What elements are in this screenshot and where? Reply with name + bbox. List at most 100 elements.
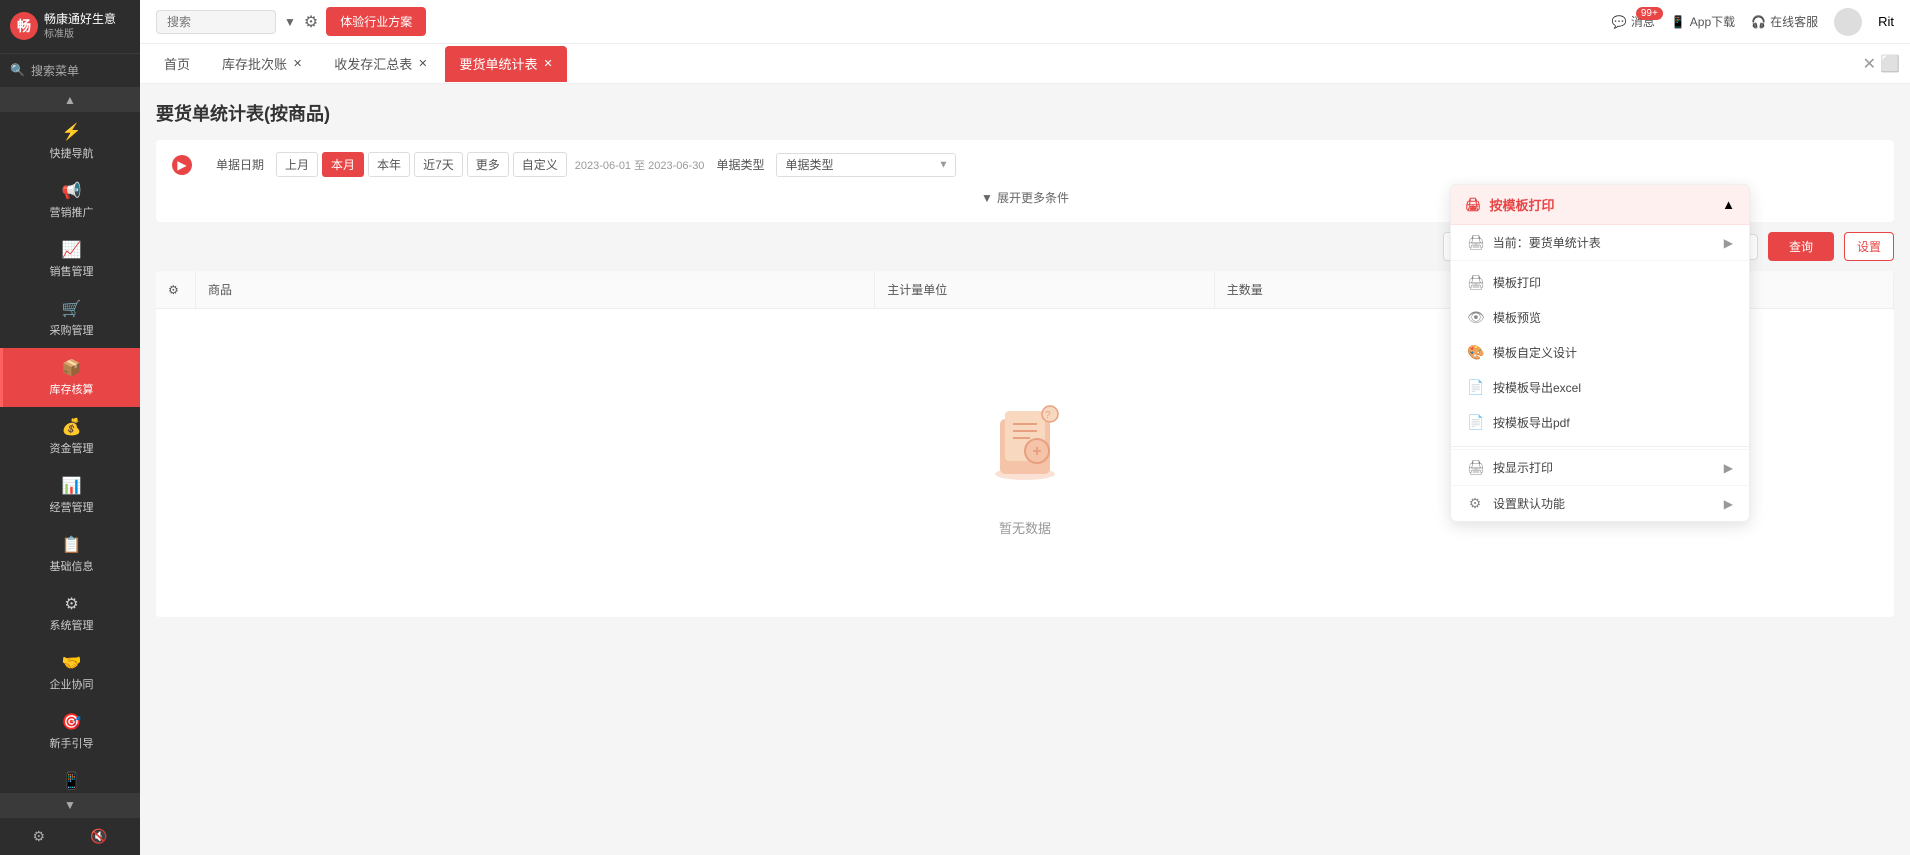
tab-home[interactable]: 首页 <box>150 46 204 82</box>
th-unit: 主计量单位 <box>875 271 1215 308</box>
dropdown-header[interactable]: 🖨 按模板打印 ▲ <box>1451 185 1749 225</box>
date-btn-more[interactable]: 更多 <box>467 152 509 177</box>
scroll-up-btn[interactable]: ▲ <box>0 88 140 112</box>
dropdown-item-template-pdf[interactable]: 📄 按模板导出pdf <box>1451 405 1749 440</box>
sidebar-item-quick-nav[interactable]: ⚡ 快捷导航 <box>0 112 140 171</box>
template-pdf-icon: 📄 <box>1467 414 1483 431</box>
sidebar-item-purchase[interactable]: 🛒 采购管理 <box>0 289 140 348</box>
sales-icon: 📈 <box>62 240 82 260</box>
sidebar-search-btn[interactable]: 🔍 搜索菜单 <box>0 54 140 88</box>
logo-icon: 畅 <box>10 12 38 40</box>
sidebar-item-enterprise[interactable]: 🤝 企业协同 <box>0 643 140 702</box>
type-select[interactable]: 单据类型 <box>776 153 956 177</box>
top-header: ▼ ⚙ 体验行业方案 💬 消息 99+ 📱 App下载 🎧 在线客服 Rit <box>140 0 1910 44</box>
current-arrow-icon: ▶ <box>1724 236 1733 250</box>
sidebar-item-guide[interactable]: 🎯 新手引导 <box>0 702 140 761</box>
empty-icon: ? <box>975 389 1075 508</box>
date-btn-custom[interactable]: 自定义 <box>513 152 567 177</box>
sidebar-footer: ⚙ 🔇 <box>0 817 140 855</box>
dropdown-title: 🖨 按模板打印 <box>1465 195 1555 214</box>
header-right: 💬 消息 99+ 📱 App下载 🎧 在线客服 Rit <box>1612 8 1894 36</box>
dropdown-display-print[interactable]: 🖨 按显示打印 ▶ <box>1451 449 1749 485</box>
display-print-arrow-icon: ▶ <box>1724 461 1733 475</box>
message-icon: 💬 <box>1612 15 1627 29</box>
filter-expand-btn[interactable]: ▶ <box>172 155 198 175</box>
tab-close-receipt-summary[interactable]: ✕ <box>418 57 427 70</box>
industry-btn[interactable]: 体验行业方案 <box>326 7 426 36</box>
sidebar-item-operations[interactable]: 📊 经营管理 <box>0 466 140 525</box>
dropdown-current[interactable]: 🖨 当前：要货单统计表 ▶ <box>1451 225 1749 261</box>
service-icon: 🎧 <box>1751 15 1766 29</box>
dropdown-item-template-print[interactable]: 🖨 模板打印 <box>1451 265 1749 300</box>
sidebar-item-system[interactable]: ⚙ 系统管理 <box>0 584 140 643</box>
svg-text:?: ? <box>1045 410 1051 421</box>
template-print-icon: 🖨 <box>1467 274 1483 291</box>
dropdown-set-default[interactable]: ⚙ 设置默认功能 ▶ <box>1451 485 1749 521</box>
window-close-icon[interactable]: ✕ <box>1863 54 1876 74</box>
marketing-icon: 📢 <box>62 181 82 201</box>
print-dropdown: 🖨 按模板打印 ▲ 🖨 当前：要货单统计表 ▶ 🖨 模板打印 👁 <box>1450 184 1750 522</box>
tab-close-order-stats[interactable]: ✕ <box>544 57 553 70</box>
settings-icon: ⚙ <box>168 283 179 297</box>
header-search-input[interactable] <box>156 10 276 34</box>
dropdown-collapse-icon[interactable]: ▲ <box>1722 197 1735 212</box>
user-name: Rit <box>1878 14 1894 29</box>
date-btn-this-month[interactable]: 本月 <box>322 152 364 177</box>
date-range-label: 2023-06-01 至 2023-06-30 <box>575 157 705 173</box>
date-btn-last-7-days[interactable]: 近7天 <box>414 152 463 177</box>
service-action[interactable]: 🎧 在线客服 <box>1751 13 1818 30</box>
guide-icon: 🎯 <box>62 712 82 732</box>
th-settings[interactable]: ⚙ <box>156 271 196 308</box>
type-select-wrapper: 单据类型 ▼ <box>776 153 956 177</box>
tab-batch-account[interactable]: 库存批次账 ✕ <box>208 46 316 82</box>
expand-more-icon: ▼ <box>981 191 993 205</box>
sidebar-logo: 畅 畅康通好生意 标准版 <box>0 0 140 54</box>
sidebar-item-basic-info[interactable]: 📋 基础信息 <box>0 525 140 584</box>
set-default-icon: ⚙ <box>1467 495 1483 512</box>
purchase-icon: 🛒 <box>62 299 82 319</box>
quick-nav-icon: ⚡ <box>62 122 82 142</box>
sound-footer-icon[interactable]: 🔇 <box>90 828 107 845</box>
empty-text: 暂无数据 <box>999 518 1051 537</box>
tab-receipt-summary[interactable]: 收发存汇总表 ✕ <box>320 46 441 82</box>
inventory-icon: 📦 <box>62 358 82 378</box>
dropdown-item-template-design[interactable]: 🎨 模板自定义设计 <box>1451 335 1749 370</box>
settings-btn[interactable]: 设置 <box>1844 232 1894 261</box>
template-preview-icon: 👁 <box>1467 309 1483 326</box>
finance-icon: 💰 <box>62 417 82 437</box>
logo-text: 畅康通好生意 标准版 <box>44 12 116 41</box>
settings-footer-icon[interactable]: ⚙ <box>33 828 46 845</box>
user-avatar[interactable] <box>1834 8 1862 36</box>
dropdown-print-icon: 🖨 <box>1465 197 1482 213</box>
query-btn[interactable]: 查询 <box>1768 232 1834 261</box>
tab-order-stats[interactable]: 要货单统计表 ✕ <box>445 46 566 82</box>
sidebar-item-sales[interactable]: 📈 销售管理 <box>0 230 140 289</box>
expand-icon: ▶ <box>172 155 192 175</box>
tabs-bar: 首页 库存批次账 ✕ 收发存汇总表 ✕ 要货单统计表 ✕ ✕ ⬜ <box>140 44 1910 84</box>
sidebar-item-finance[interactable]: 💰 资金管理 <box>0 407 140 466</box>
header-gear-btn[interactable]: ⚙ <box>304 12 318 32</box>
header-left: ▼ ⚙ 体验行业方案 <box>156 7 426 36</box>
sidebar-item-appstore[interactable]: 📱 应用中心 <box>0 761 140 793</box>
sidebar-item-inventory[interactable]: 📦 库存核算 <box>0 348 140 407</box>
appstore-icon: 📱 <box>62 771 82 791</box>
sidebar-item-marketing[interactable]: 📢 营销推广 <box>0 171 140 230</box>
dropdown-item-template-excel[interactable]: 📄 按模板导出excel <box>1451 370 1749 405</box>
scroll-down-btn[interactable]: ▼ <box>0 793 140 817</box>
date-btn-this-year[interactable]: 本年 <box>368 152 410 177</box>
header-dropdown-btn[interactable]: ▼ <box>284 15 296 29</box>
display-print-icon: 🖨 <box>1467 459 1483 476</box>
dropdown-item-template-preview[interactable]: 👁 模板预览 <box>1451 300 1749 335</box>
expand-more-btn[interactable]: ▼ 展开更多条件 <box>971 185 1079 210</box>
window-maximize-icon[interactable]: ⬜ <box>1880 54 1900 74</box>
date-options: 上月 本月 本年 近7天 更多 自定义 2023-06-01 至 2023-06… <box>276 152 704 177</box>
set-default-left: ⚙ 设置默认功能 <box>1467 495 1565 512</box>
tab-close-batch-account[interactable]: ✕ <box>293 57 302 70</box>
app-download-action[interactable]: 📱 App下载 <box>1671 13 1735 30</box>
operations-icon: 📊 <box>62 476 82 496</box>
date-btn-last-month[interactable]: 上月 <box>276 152 318 177</box>
template-excel-icon: 📄 <box>1467 379 1483 396</box>
current-icon: 🖨 <box>1467 234 1485 251</box>
filter-row-date: ▶ 单据日期 上月 本月 本年 近7天 更多 自定义 2023-06-01 至 … <box>172 152 1878 177</box>
message-action[interactable]: 💬 消息 99+ <box>1612 13 1655 30</box>
